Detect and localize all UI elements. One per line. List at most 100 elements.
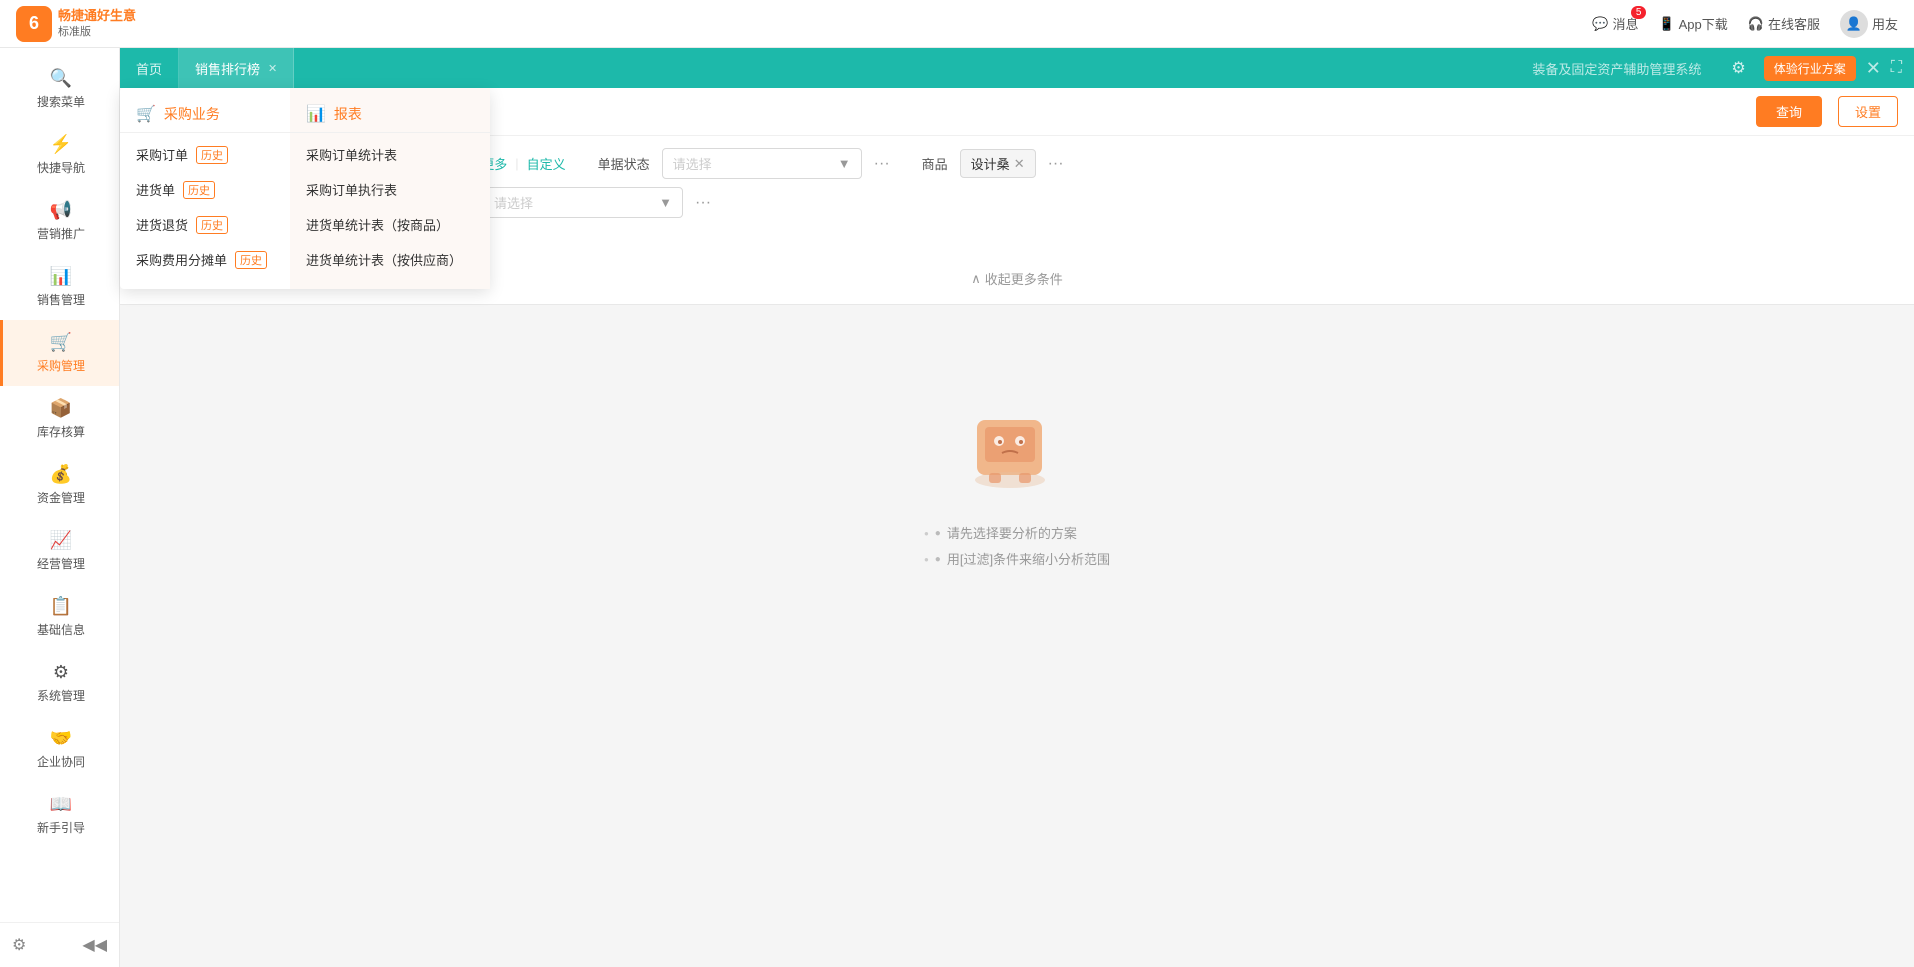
reports-header-icon: 📊 <box>306 104 326 124</box>
empty-hint-text-2: 用[过滤]条件来缩小分析范围 <box>947 547 1110 573</box>
bill-status-more[interactable]: ··· <box>874 155 890 173</box>
sidebar-label-finance: 资金管理 <box>37 489 85 506</box>
empty-hint-text-1: 请先选择要分析的方案 <box>947 521 1077 547</box>
sidebar-item-sales[interactable]: 📊 销售管理 <box>0 254 119 320</box>
dropdown-item-stock-in-supplier-stats-label: 进货单统计表（按供应商） <box>306 250 462 269</box>
sidebar-item-operations[interactable]: 📈 经营管理 <box>0 518 119 584</box>
salesperson-more[interactable]: ··· <box>695 194 711 212</box>
logo-icon: 6 <box>16 6 52 42</box>
dropdown-purchase-header: 🛒 采购业务 <box>120 100 290 133</box>
dropdown-reports-header: 📊 报表 <box>290 100 490 133</box>
hint-dot-2: ● <box>935 550 941 570</box>
sidebar-item-finance[interactable]: 💰 资金管理 <box>0 452 119 518</box>
sidebar-label-basics: 基础信息 <box>37 621 85 638</box>
message-action[interactable]: 💬 消息 5 <box>1592 14 1638 33</box>
topbar: 6 畅捷通好生意 标准版 💬 消息 5 📱 App下载 🎧 在线客服 👤 用友 <box>0 0 1914 48</box>
headset-icon: 🎧 <box>1748 16 1764 32</box>
bill-status-arrow: ▼ <box>838 156 851 171</box>
tab-home-label: 首页 <box>136 59 162 78</box>
tab-home[interactable]: 首页 <box>120 48 179 88</box>
sidebar-label-operations: 经营管理 <box>37 555 85 572</box>
collapse-btn[interactable]: ∧ 收起更多条件 <box>971 269 1063 288</box>
salesperson-select[interactable]: 请选择 ▼ <box>483 187 683 218</box>
dropdown-item-stock-in-goods-stats[interactable]: 进货单统计表（按商品） <box>290 207 490 242</box>
sidebar-item-guide[interactable]: 📖 新手引导 <box>0 782 119 848</box>
gear-bottom-icon[interactable]: ⚙ <box>12 935 26 955</box>
online-service-label: 在线客服 <box>1768 14 1820 33</box>
dropdown-item-stock-return[interactable]: 进货退货 历史 <box>120 207 290 242</box>
purchase-order-badge: 历史 <box>196 146 228 164</box>
sidebar-item-inventory[interactable]: 📦 库存核算 <box>0 386 119 452</box>
dropdown-item-purchase-expense[interactable]: 采购费用分摊单 历史 <box>120 242 290 277</box>
dropdown-item-purchase-expense-label: 采购费用分摊单 <box>136 250 227 269</box>
tab-close-icon[interactable]: ✕ <box>268 62 277 75</box>
message-icon: 💬 <box>1592 16 1608 32</box>
sidebar-item-marketing[interactable]: 📢 营销推广 <box>0 188 119 254</box>
empty-hint-1: ● 请先选择要分析的方案 <box>924 521 1110 547</box>
tab-window-controls: 装备及固定资产辅助管理系统 ⚙ 体验行业方案 ✕ ⛶ <box>1520 48 1914 88</box>
empty-illustration <box>947 385 1087 505</box>
dropdown-col-purchase: 🛒 采购业务 采购订单 历史 进货单 历史 进货退货 历史 采购费用分摊单 历史 <box>120 88 290 289</box>
dropdown-item-purchase-order-stats[interactable]: 采购订单统计表 <box>290 137 490 172</box>
sidebar-label-quicknav: 快捷导航 <box>37 159 85 176</box>
bill-status-label: 单据状态 <box>598 154 650 173</box>
empty-svg <box>947 385 1087 505</box>
tab-sales-ranking-label: 销售排行榜 <box>195 59 260 78</box>
user-action[interactable]: 👤 用友 <box>1840 10 1898 38</box>
stock-return-badge: 历史 <box>196 216 228 234</box>
dropdown-item-stock-in[interactable]: 进货单 历史 <box>120 172 290 207</box>
purchase-expense-badge: 历史 <box>235 251 267 269</box>
empty-hints: ● 请先选择要分析的方案 ● 用[过滤]条件来缩小分析范围 <box>924 521 1110 573</box>
sidebar-item-basics[interactable]: 📋 基础信息 <box>0 584 119 650</box>
salesperson-value: 请选择 <box>494 193 533 212</box>
sidebar-bottom: ⚙ ◀◀ <box>0 922 119 967</box>
sidebar-nav: 🔍 搜索菜单 ⚡ 快捷导航 📢 营销推广 📊 销售管理 🛒 采购管理 📦 库存核… <box>0 48 119 922</box>
sidebar-label-sales: 销售管理 <box>37 291 85 308</box>
logo-area: 6 畅捷通好生意 标准版 <box>16 6 136 42</box>
operations-icon: 📈 <box>50 530 72 551</box>
app-download-action[interactable]: 📱 App下载 <box>1658 14 1727 33</box>
dropdown-item-purchase-order[interactable]: 采购订单 历史 <box>120 137 290 172</box>
tabbar: 首页 销售排行榜 ✕ 装备及固定资产辅助管理系统 ⚙ 体验行业方案 ✕ ⛶ <box>120 48 1914 88</box>
collapse-up-icon: ∧ <box>971 271 981 287</box>
sidebar-item-system[interactable]: ⚙ 系统管理 <box>0 650 119 716</box>
sidebar-item-search[interactable]: 🔍 搜索菜单 <box>0 56 119 122</box>
logo-main: 畅捷通好生意 <box>58 7 136 25</box>
app-download-label: App下载 <box>1679 14 1728 33</box>
topbar-right: 💬 消息 5 📱 App下载 🎧 在线客服 👤 用友 <box>1592 10 1898 38</box>
window-expand-icon[interactable]: ⛶ <box>1891 59 1902 77</box>
dropdown-item-stock-in-label: 进货单 <box>136 180 175 199</box>
dropdown-item-stock-in-supplier-stats[interactable]: 进货单统计表（按供应商） <box>290 242 490 277</box>
purchase-header-label: 采购业务 <box>164 104 220 124</box>
dropdown-item-stock-in-goods-stats-label: 进货单统计表（按商品） <box>306 215 449 234</box>
goods-more[interactable]: ··· <box>1048 155 1064 173</box>
settings-button[interactable]: 设置 <box>1838 96 1898 127</box>
collapse-sidebar-icon[interactable]: ◀◀ <box>82 935 107 955</box>
sidebar-label-guide: 新手引导 <box>37 819 85 836</box>
sidebar-label-search: 搜索菜单 <box>37 93 85 110</box>
goods-remove-icon[interactable]: ✕ <box>1014 156 1025 172</box>
bill-status-select[interactable]: 请选择 ▼ <box>662 148 862 179</box>
enterprise-icon: 🤝 <box>50 728 72 749</box>
salesperson-arrow: ▼ <box>659 195 672 210</box>
dropdown-item-purchase-order-stats-label: 采购订单统计表 <box>306 145 397 164</box>
sidebar-item-quicknav[interactable]: ⚡ 快捷导航 <box>0 122 119 188</box>
basics-icon: 📋 <box>50 596 72 617</box>
window-close-icon[interactable]: ✕ <box>1866 58 1881 79</box>
date-custom-btn[interactable]: 自定义 <box>527 154 566 173</box>
megaphone-icon: 📢 <box>50 200 72 221</box>
reports-header-label: 报表 <box>334 104 362 124</box>
tab-sales-ranking[interactable]: 销售排行榜 ✕ <box>179 48 294 88</box>
sidebar-item-purchase[interactable]: 🛒 采购管理 <box>0 320 119 386</box>
dropdown-item-purchase-order-exec[interactable]: 采购订单执行表 <box>290 172 490 207</box>
goods-tag: 设计桑 ✕ <box>960 149 1036 178</box>
collapse-label: 收起更多条件 <box>985 269 1063 288</box>
sidebar-item-enterprise[interactable]: 🤝 企业协同 <box>0 716 119 782</box>
sidebar-label-inventory: 库存核算 <box>37 423 85 440</box>
topbar-settings-icon[interactable]: ⚙ <box>1731 58 1745 78</box>
online-service-action[interactable]: 🎧 在线客服 <box>1748 14 1820 33</box>
industry-btn[interactable]: 体验行业方案 <box>1764 56 1856 81</box>
query-button[interactable]: 查询 <box>1756 96 1822 127</box>
cart-icon: 🛒 <box>50 332 72 353</box>
money-icon: 💰 <box>50 464 72 485</box>
